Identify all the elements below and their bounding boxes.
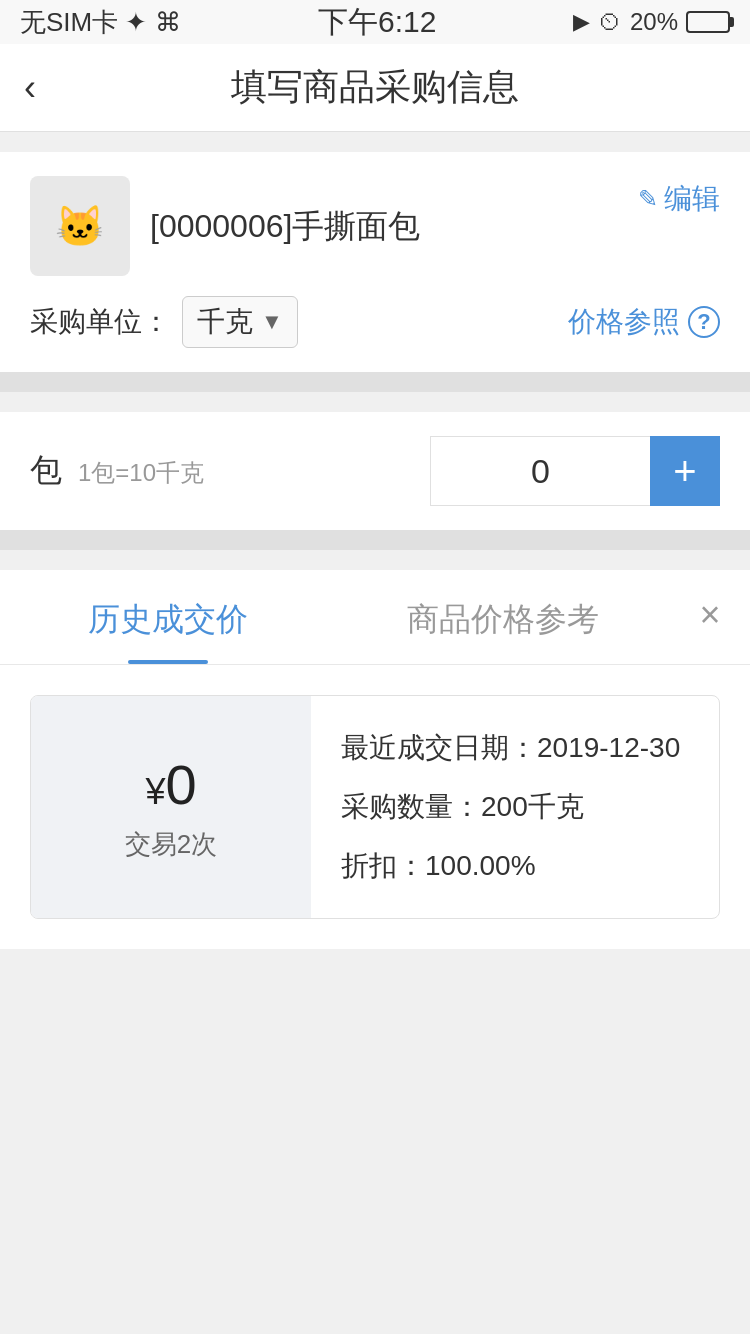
plus-icon: + <box>673 449 696 494</box>
product-left: 🐱 [0000006]手撕面包 <box>30 176 420 276</box>
price-reference-button[interactable]: 价格参照 ? <box>568 303 720 341</box>
back-button[interactable]: ‹ <box>24 67 36 109</box>
product-name: [0000006]手撕面包 <box>150 204 420 249</box>
quantity-input[interactable] <box>430 436 650 506</box>
quantity-label-group: 包 1包=10千克 <box>30 449 204 493</box>
wifi-icon: ⌘ <box>155 7 181 38</box>
discount-value: 100.00% <box>425 850 536 881</box>
qty-value: 200千克 <box>481 791 584 822</box>
unit-select-dropdown[interactable]: 千克 ▼ <box>182 296 298 348</box>
nav-bar: ‹ 填写商品采购信息 <box>0 44 750 132</box>
discount-label: 折扣： <box>341 850 425 881</box>
question-icon: ? <box>688 306 720 338</box>
bottom-panel: 历史成交价 商品价格参考 × ¥0 交易2次 最近成交日期：2019-12-30 <box>0 570 750 949</box>
tab-history-price[interactable]: 历史成交价 <box>0 570 335 664</box>
history-quantity: 采购数量：200千克 <box>341 785 689 830</box>
date-label: 最近成交日期： <box>341 732 537 763</box>
product-logo-icon: 🐱 <box>55 203 105 250</box>
dropdown-arrow-icon: ▼ <box>261 309 283 335</box>
history-details: 最近成交日期：2019-12-30 采购数量：200千克 折扣：100.00% <box>311 696 719 918</box>
unit-value: 千克 <box>197 303 253 341</box>
alarm-icon: ⏲ <box>598 8 622 36</box>
qty-label: 采购数量： <box>341 791 481 822</box>
status-bar: 无SIM卡 ✦ ⌘ 下午6:12 ▶ ⏲ 20% <box>0 0 750 44</box>
trades-count: 交易2次 <box>125 827 217 862</box>
history-price-display: ¥0 <box>145 752 196 817</box>
section-divider <box>0 372 750 392</box>
history-date: 最近成交日期：2019-12-30 <box>341 726 689 771</box>
history-content: ¥0 交易2次 最近成交日期：2019-12-30 采购数量：200千克 折扣：… <box>0 665 750 949</box>
battery-percent: 20% <box>630 8 678 36</box>
panel-close-button[interactable]: × <box>670 594 750 640</box>
history-card: ¥0 交易2次 最近成交日期：2019-12-30 采购数量：200千克 折扣：… <box>30 695 720 919</box>
product-card: 🐱 [0000006]手撕面包 ✎ 编辑 采购单位： 千克 ▼ 价格参照 ? <box>0 152 750 372</box>
date-value: 2019-12-30 <box>537 732 680 763</box>
edit-label: 编辑 <box>664 180 720 218</box>
currency-symbol: ¥ <box>145 771 165 812</box>
product-unit-row: 采购单位： 千克 ▼ 价格参照 ? <box>30 296 720 348</box>
unit-label: 采购单位： <box>30 303 170 341</box>
quantity-plus-button[interactable]: + <box>650 436 720 506</box>
main-background <box>0 949 750 1334</box>
tab-price-ref-label: 商品价格参考 <box>407 601 599 637</box>
product-header: 🐱 [0000006]手撕面包 ✎ 编辑 <box>30 176 720 276</box>
history-discount: 折扣：100.00% <box>341 844 689 889</box>
tab-price-reference[interactable]: 商品价格参考 <box>335 570 670 664</box>
location-icon: ▶ <box>573 9 590 35</box>
status-time: 下午6:12 <box>318 2 436 43</box>
quantity-conversion: 1包=10千克 <box>78 457 204 489</box>
tab-history-label: 历史成交价 <box>88 601 248 637</box>
status-right: ▶ ⏲ 20% <box>573 8 730 36</box>
price-value: 0 <box>165 753 196 816</box>
tab-active-indicator <box>128 660 208 664</box>
price-ref-label: 价格参照 <box>568 303 680 341</box>
product-thumbnail: 🐱 <box>30 176 130 276</box>
page-title: 填写商品采购信息 <box>231 63 519 112</box>
quantity-section: 包 1包=10千克 + <box>0 412 750 530</box>
history-price-summary: ¥0 交易2次 <box>31 696 311 918</box>
battery-icon <box>686 11 730 33</box>
quantity-unit: 包 <box>30 449 62 493</box>
close-icon: × <box>699 594 720 636</box>
edit-icon: ✎ <box>638 185 658 213</box>
quantity-row: 包 1包=10千克 + <box>0 412 750 530</box>
quantity-input-group: + <box>430 436 720 506</box>
carrier-text: 无SIM卡 ✦ <box>20 5 147 40</box>
tabs-row: 历史成交价 商品价格参考 × <box>0 570 750 665</box>
edit-button[interactable]: ✎ 编辑 <box>638 176 720 218</box>
section-divider-2 <box>0 530 750 550</box>
status-left: 无SIM卡 ✦ ⌘ <box>20 5 181 40</box>
